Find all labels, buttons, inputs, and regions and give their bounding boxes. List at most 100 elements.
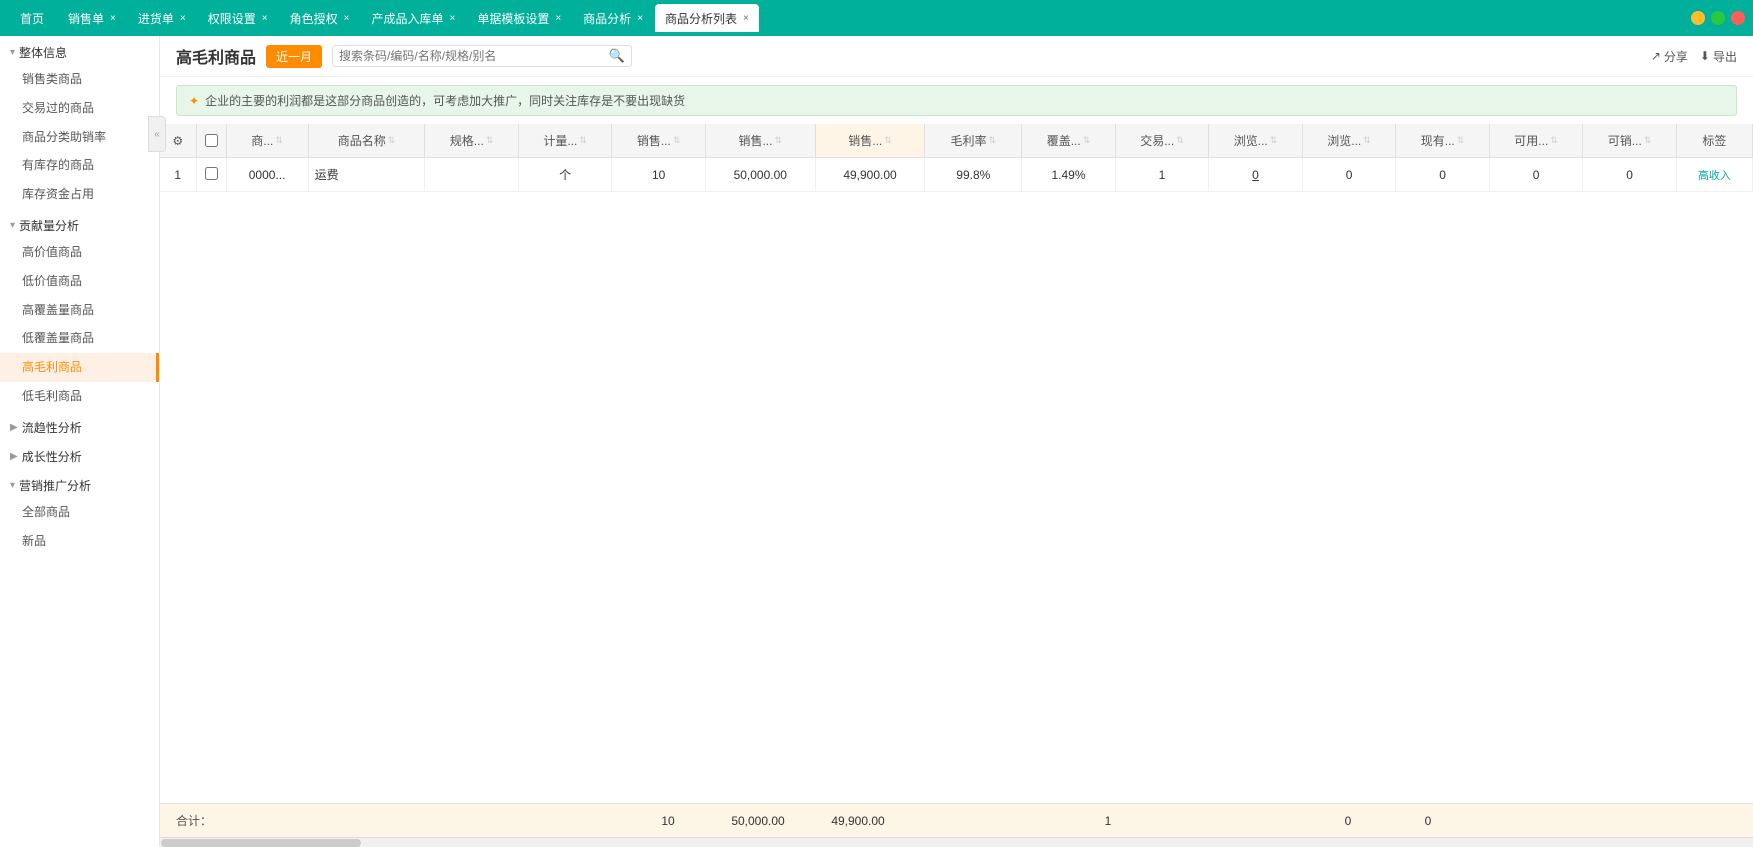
tab-purchase-order[interactable]: 进货单 × <box>128 4 196 32</box>
tab-role-auth[interactable]: 角色授权 × <box>280 4 360 32</box>
col-transaction: 交易... ⇅ <box>1115 124 1209 158</box>
info-icon: ✦ <box>189 94 199 108</box>
sort-icon[interactable]: ⇅ <box>1644 135 1652 146</box>
row-checkbox[interactable] <box>205 167 218 180</box>
close-icon[interactable]: × <box>110 13 116 24</box>
footer-sales3: 49,900.00 <box>808 814 908 828</box>
close-icon[interactable]: × <box>449 13 455 24</box>
search-icon[interactable]: 🔍 <box>609 48 625 64</box>
collapse-arrow-icon: ▾ <box>10 480 15 491</box>
close-button[interactable] <box>1731 11 1745 25</box>
table-row: 1 0000... 运费 个 10 50,000.00 49,900.00 99… <box>160 158 1753 192</box>
sidebar-item-traded-goods[interactable]: 交易过的商品 <box>0 94 159 123</box>
col-browse1: 浏览... ⇅ <box>1209 124 1303 158</box>
sort-icon[interactable]: ⇅ <box>1550 135 1558 146</box>
filter-month-button[interactable]: 近一月 <box>266 45 322 68</box>
sidebar-section-marketing[interactable]: ▾ 营销推广分析 <box>0 469 159 498</box>
col-stock1: 现有... ⇅ <box>1396 124 1490 158</box>
collapse-arrow-icon: ▾ <box>10 47 15 58</box>
col-code-label: 商... <box>251 132 273 149</box>
scrollbar-thumb[interactable] <box>161 839 361 847</box>
sidebar-section-overall[interactable]: ▾ 整体信息 <box>0 36 159 65</box>
share-button[interactable]: ↗ 分享 <box>1651 48 1688 65</box>
row-spec <box>425 158 519 192</box>
col-sales2: 销售... ⇅ <box>705 124 815 158</box>
sidebar-item-high-coverage[interactable]: 高覆盖量商品 <box>0 296 159 325</box>
tab-product-analysis-list[interactable]: 商品分析列表 × <box>655 4 759 32</box>
col-name: 商品名称 ⇅ <box>308 124 425 158</box>
select-all-checkbox[interactable] <box>205 134 218 147</box>
minimize-button[interactable] <box>1691 11 1705 25</box>
tab-permissions[interactable]: 权限设置 × <box>198 4 278 32</box>
close-icon[interactable]: × <box>262 13 268 24</box>
table-footer: 合计： 10 50,000.00 49,900.00 1 0 <box>160 803 1753 837</box>
tab-sales-order[interactable]: 销售单 × <box>58 4 126 32</box>
row-browse1[interactable]: 0 <box>1209 158 1303 192</box>
close-icon[interactable]: × <box>637 13 643 24</box>
sort-icon[interactable]: ⇅ <box>1083 135 1091 146</box>
close-icon[interactable]: × <box>344 13 350 24</box>
sidebar-item-low-value[interactable]: 低价值商品 <box>0 267 159 296</box>
footer-transaction: 1 <box>1068 814 1148 828</box>
row-stock1: 0 <box>1396 158 1490 192</box>
sidebar-item-in-stock[interactable]: 有库存的商品 <box>0 151 159 180</box>
close-icon[interactable]: × <box>180 13 186 24</box>
sidebar-item-low-margin[interactable]: 低毛利商品 <box>0 382 159 411</box>
sort-icon[interactable]: ⇅ <box>1363 135 1371 146</box>
window-controls <box>1691 11 1745 25</box>
sidebar-item-all-goods[interactable]: 全部商品 <box>0 498 159 527</box>
row-sales2: 50,000.00 <box>705 158 815 192</box>
sidebar-section-trend[interactable]: ▶ 流趋性分析 <box>0 411 159 440</box>
export-button[interactable]: ⬇ 导出 <box>1700 48 1737 65</box>
sidebar-section-contribution[interactable]: ▾ 贡献量分析 <box>0 209 159 238</box>
sort-icon[interactable]: ⇅ <box>275 135 283 146</box>
col-profit: 毛利率 ⇅ <box>925 124 1022 158</box>
tab-product-entry[interactable]: 产成品入库单 × <box>361 4 465 32</box>
row-transaction: 1 <box>1115 158 1209 192</box>
search-input[interactable] <box>339 49 605 63</box>
data-table: ⚙ 商... ⇅ <box>160 124 1753 192</box>
col-coverage: 覆盖... ⇅ <box>1022 124 1116 158</box>
sort-icon[interactable]: ⇅ <box>989 135 997 146</box>
row-code: 0000... <box>226 158 308 192</box>
sort-icon[interactable]: ⇅ <box>884 135 892 146</box>
sort-icon[interactable]: ⇅ <box>1270 135 1278 146</box>
row-unit: 个 <box>518 158 612 192</box>
collapse-arrow-icon: ▶ <box>10 422 18 433</box>
sort-icon[interactable]: ⇅ <box>388 135 396 146</box>
col-unit: 计量... ⇅ <box>518 124 612 158</box>
tab-template-settings[interactable]: 单据模板设置 × <box>467 4 571 32</box>
settings-icon[interactable]: ⚙ <box>172 134 183 148</box>
sidebar-item-high-margin[interactable]: 高毛利商品 <box>0 353 159 382</box>
sidebar-item-category-rate[interactable]: 商品分类助销率 <box>0 123 159 152</box>
row-sales3: 49,900.00 <box>815 158 925 192</box>
sidebar-collapse-button[interactable]: « <box>148 116 166 152</box>
content-header: 高毛利商品 近一月 🔍 ↗ 分享 ⬇ 导出 <box>160 36 1753 77</box>
col-sales3: 销售... ⇅ <box>815 124 925 158</box>
close-icon[interactable]: × <box>555 13 561 24</box>
export-icon: ⬇ <box>1700 49 1710 63</box>
sort-icon[interactable]: ⇅ <box>774 135 782 146</box>
maximize-button[interactable] <box>1711 11 1725 25</box>
horizontal-scrollbar[interactable] <box>160 837 1753 847</box>
close-icon[interactable]: × <box>743 13 749 24</box>
sort-icon[interactable]: ⇅ <box>486 135 494 146</box>
sort-icon[interactable]: ⇅ <box>1176 135 1184 146</box>
row-stock2: 0 <box>1489 158 1583 192</box>
sidebar-item-low-coverage[interactable]: 低覆盖量商品 <box>0 324 159 353</box>
sort-icon[interactable]: ⇅ <box>1457 135 1465 146</box>
sidebar-section-growth[interactable]: ▶ 成长性分析 <box>0 440 159 469</box>
sort-icon[interactable]: ⇅ <box>579 135 587 146</box>
row-profit-rate: 99.8% <box>925 158 1022 192</box>
sidebar-item-stock-capital[interactable]: 库存资金占用 <box>0 180 159 209</box>
sidebar-item-sales-goods[interactable]: 销售类商品 <box>0 65 159 94</box>
sidebar-item-high-value[interactable]: 高价值商品 <box>0 238 159 267</box>
row-tag: 高收入 <box>1676 158 1752 192</box>
sidebar-item-new-goods[interactable]: 新品 <box>0 527 159 556</box>
tab-home[interactable]: 首页 <box>8 4 56 32</box>
sort-icon[interactable]: ⇅ <box>673 135 681 146</box>
col-spec: 规格... ⇅ <box>425 124 519 158</box>
tab-product-analysis[interactable]: 商品分析 × <box>573 4 653 32</box>
share-icon: ↗ <box>1651 49 1661 63</box>
row-name: 运费 <box>308 158 425 192</box>
